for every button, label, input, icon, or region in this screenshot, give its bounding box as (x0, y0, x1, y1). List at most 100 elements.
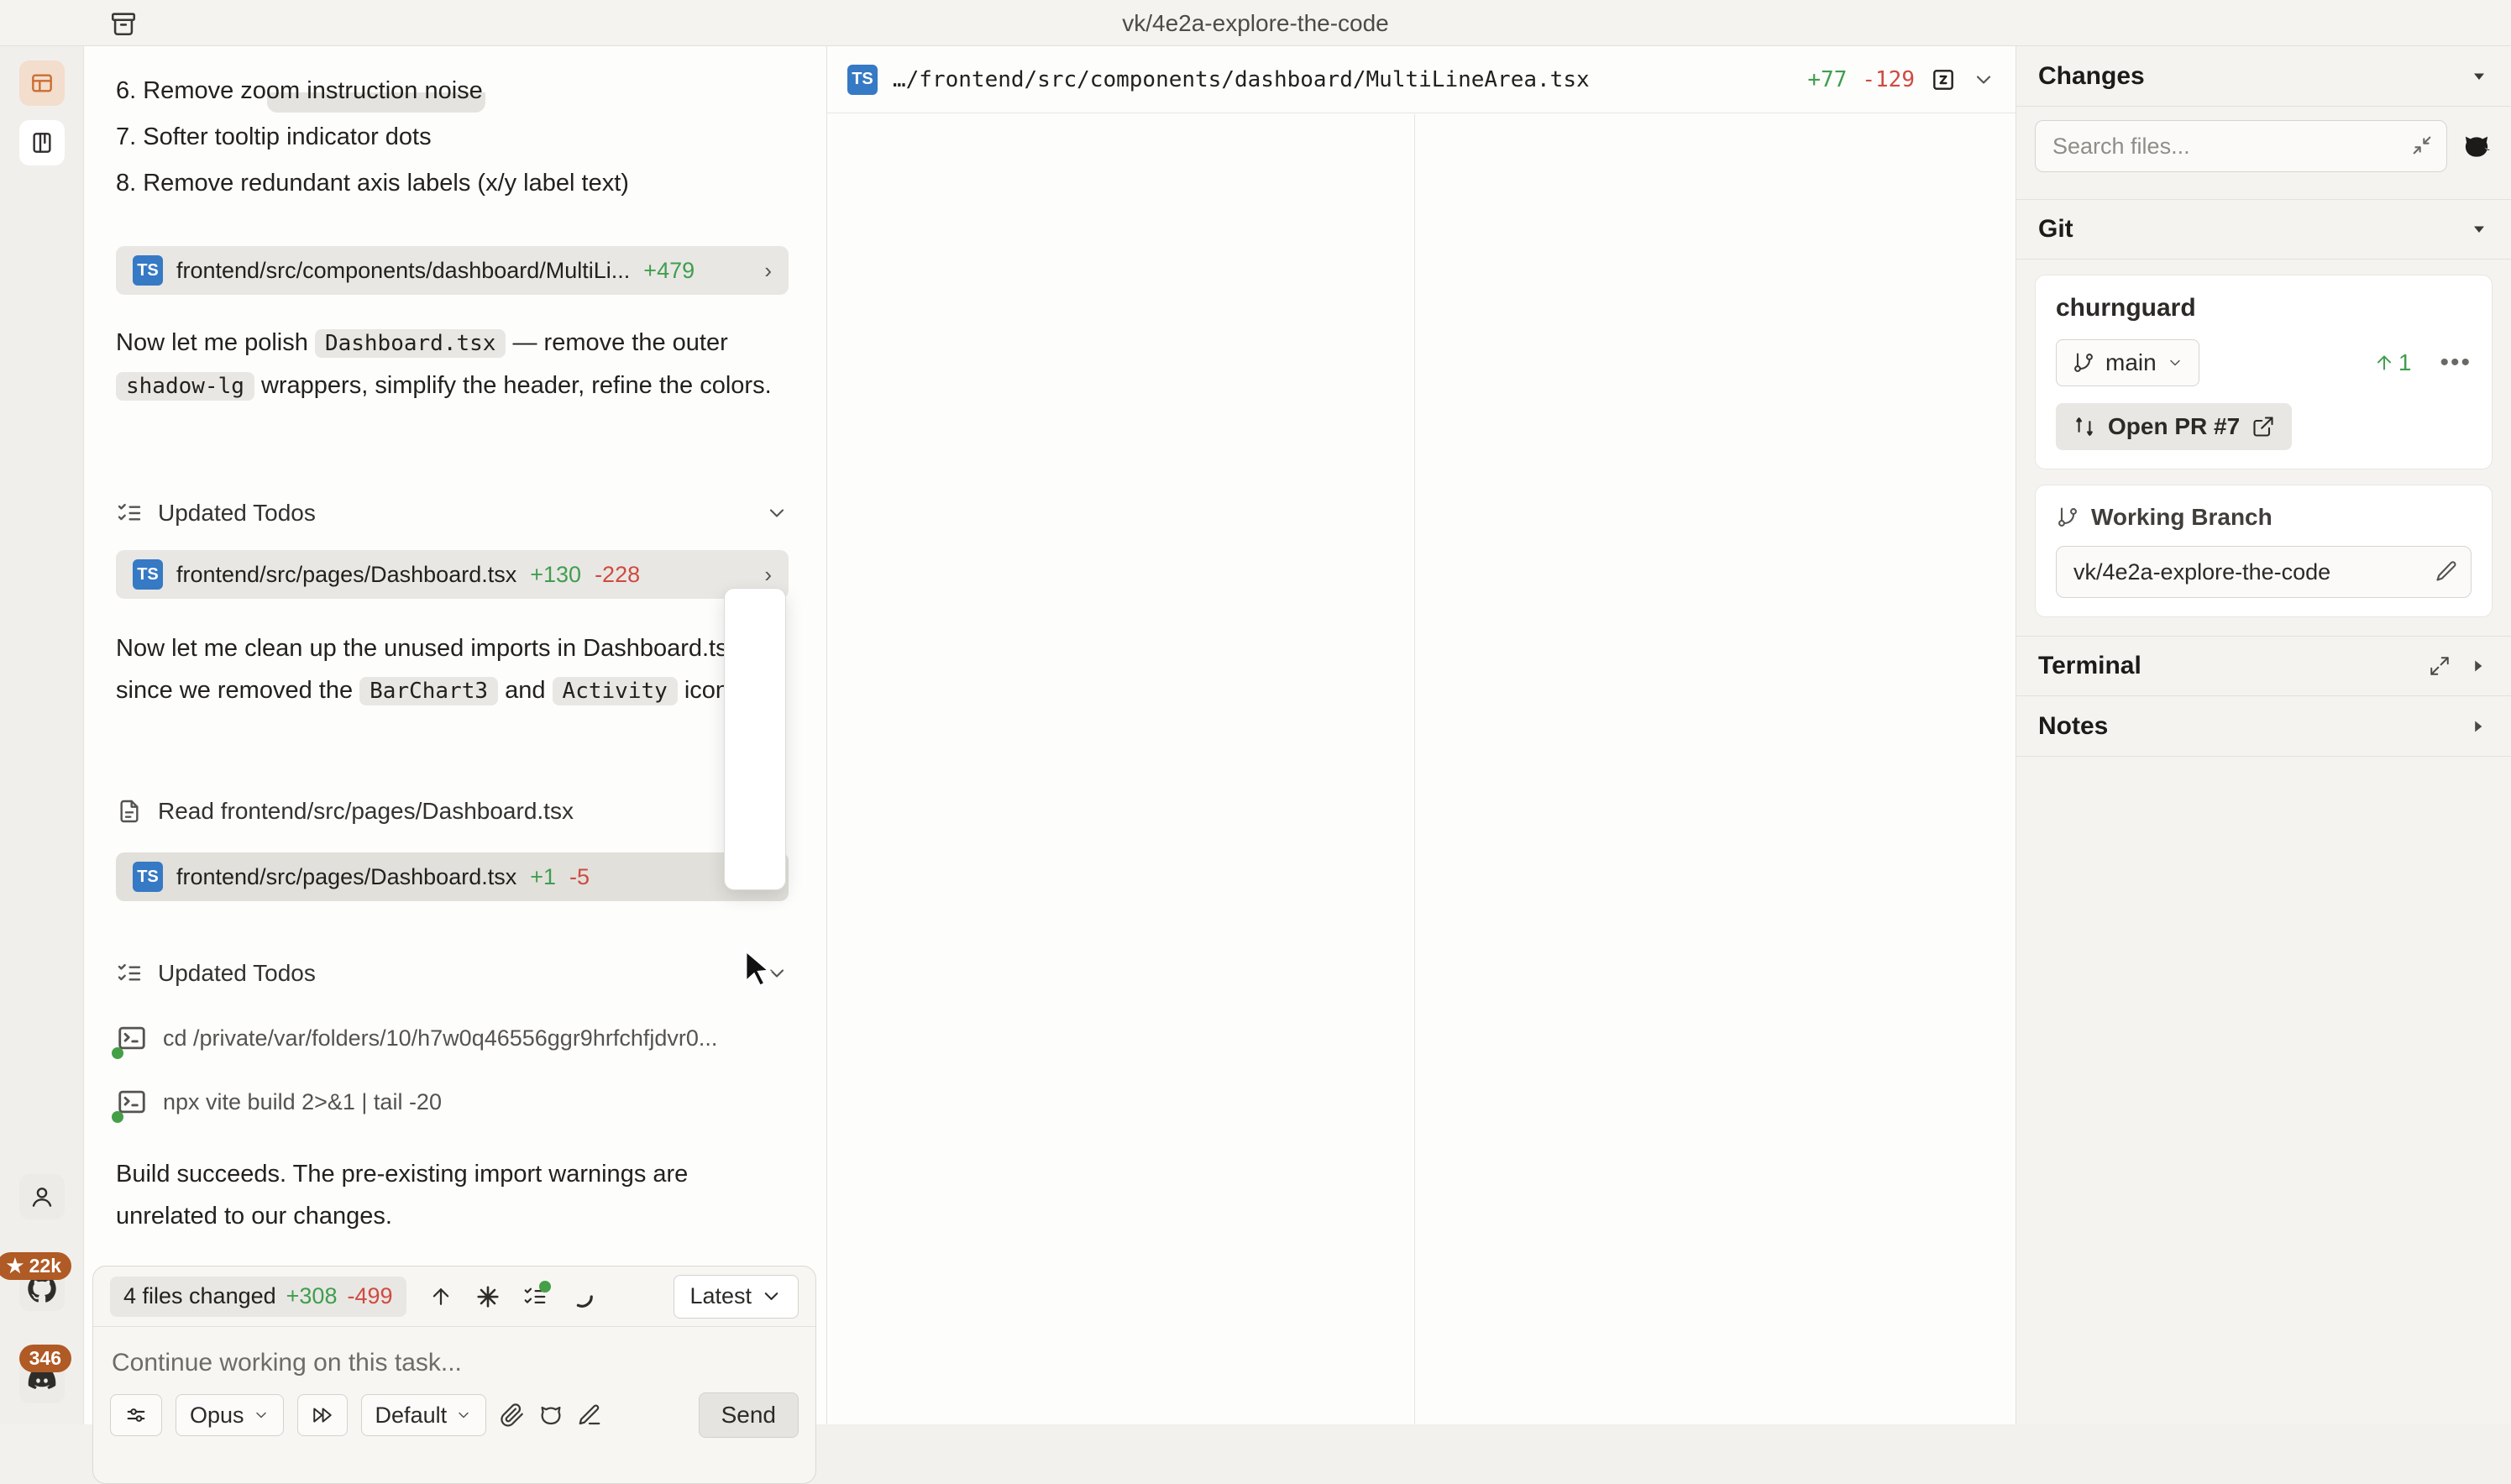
changes-section-header[interactable]: Changes (2016, 46, 2511, 107)
collapse-tree-icon[interactable] (2410, 134, 2434, 157)
working-branch-label: Working Branch (2091, 504, 2272, 531)
more-menu-icon[interactable]: ••• (2440, 349, 2472, 377)
chevron-down-icon (760, 1285, 783, 1308)
added-count: +308 (286, 1283, 338, 1309)
updated-todos-label: Updated Todos (158, 960, 316, 987)
todo-list-item: 6. Remove zoom instruction noise (116, 74, 789, 107)
branch-name: main (2105, 349, 2157, 376)
assistant-message: Now let me clean up the unused imports i… (116, 627, 789, 712)
chevron-down-icon[interactable] (765, 501, 789, 525)
assistant-message: Build succeeds. The pre-existing import … (116, 1153, 789, 1237)
terminal-command: npx vite build 2>&1 | tail -20 (163, 1089, 442, 1115)
search-input[interactable] (2035, 120, 2447, 172)
changes-file-tree (2016, 181, 2511, 199)
read-file-label: Read frontend/src/pages/Dashboard.tsx (158, 798, 574, 825)
files-changed-chip[interactable]: 4 files changed +308 -499 (110, 1277, 406, 1317)
terminal-box-icon (116, 1022, 148, 1054)
working-branch-card: Working Branch (2035, 485, 2493, 617)
diff-panel: TS …/frontend/src/components/dashboard/M… (827, 46, 2016, 1424)
removed-count: -499 (347, 1283, 392, 1309)
file-diff-chip[interactable]: TS frontend/src/pages/Dashboard.tsx +130… (116, 550, 789, 599)
person-icon (29, 1183, 55, 1210)
window-title: vk/4e2a-explore-the-code (0, 0, 2511, 46)
diff-view-icon[interactable] (1930, 66, 1957, 93)
working-branch-input[interactable] (2056, 546, 2472, 598)
rail-account-button[interactable] (19, 1174, 65, 1219)
diff-new-column (1415, 114, 2015, 1424)
latest-dropdown[interactable]: Latest (674, 1275, 799, 1319)
commits-ahead: 1 (2373, 349, 2412, 376)
terminal-command-row[interactable]: cd /private/var/folders/10/h7w0q46556ggr… (116, 1022, 789, 1054)
chat-panel: 6. Remove zoom instruction noise 7. Soft… (84, 46, 827, 1424)
terminal-command-row[interactable]: npx vite build 2>&1 | tail -20 (116, 1086, 789, 1118)
app-rail: ★ 22k 346 (0, 46, 84, 1424)
read-file-row[interactable]: Read frontend/src/pages/Dashboard.tsx (116, 798, 789, 825)
mode-dropdown[interactable]: Default (361, 1394, 487, 1436)
chevron-down-icon (455, 1407, 472, 1424)
branch-dropdown[interactable]: main (2056, 339, 2199, 386)
pull-request-icon (2073, 415, 2096, 438)
removed-count: -5 (569, 864, 590, 890)
notes-section-header[interactable]: Notes (2016, 696, 2511, 757)
file-diff-chip[interactable]: TS frontend/src/components/dashboard/Mul… (116, 246, 789, 295)
fast-forward-button[interactable] (297, 1394, 348, 1436)
rail-workspace-button[interactable] (19, 60, 65, 106)
composer-status-row: 4 files changed +308 -499 Latest (93, 1266, 815, 1327)
edit-pencil-icon[interactable] (2435, 559, 2458, 583)
rail-discord-button[interactable]: 346 (19, 1358, 65, 1403)
diff-old-column (827, 114, 1415, 1424)
removed-count: -228 (595, 562, 640, 588)
ts-file-icon: TS (133, 255, 163, 286)
ts-file-icon: TS (133, 862, 163, 892)
terminal-section-header[interactable]: Terminal (2016, 636, 2511, 696)
repo-card: churnguard main 1 ••• Open PR #7 (2035, 275, 2493, 469)
git-title: Git (2038, 215, 2073, 244)
triangle-down-icon[interactable] (2469, 219, 2489, 239)
model-dropdown[interactable]: Opus (176, 1394, 284, 1436)
cat-filter-icon[interactable] (2461, 130, 2493, 162)
updated-todos-row[interactable]: Updated Todos (116, 960, 789, 987)
file-path: frontend/src/components/dashboard/MultiL… (176, 258, 630, 284)
file-chip-hover-toolbar (724, 588, 786, 890)
settings-sliders-button[interactable] (110, 1394, 162, 1436)
notes-title: Notes (2038, 712, 2108, 741)
file-diff-chip[interactable]: TS frontend/src/pages/Dashboard.tsx +1 -… (116, 852, 789, 901)
diff-added-count: +77 (1807, 67, 1847, 92)
latest-label: Latest (689, 1283, 752, 1309)
chevron-down-icon (2167, 354, 2183, 371)
send-button[interactable]: Send (699, 1392, 799, 1438)
updated-todos-row[interactable]: Updated Todos (116, 500, 789, 527)
spark-icon[interactable] (475, 1284, 501, 1309)
sliders-icon (124, 1403, 148, 1427)
inline-code: Activity (553, 677, 678, 705)
chevron-down-icon[interactable] (1972, 68, 1995, 92)
arrow-up-icon[interactable] (428, 1284, 453, 1309)
rail-kanban-button[interactable] (19, 120, 65, 165)
expand-icon[interactable] (2429, 655, 2451, 677)
composer-controls: Opus Default Send (93, 1392, 815, 1438)
discord-badge: 346 (19, 1345, 71, 1372)
added-count: +1 (530, 864, 556, 890)
git-branch-icon (2056, 506, 2079, 529)
file-path: frontend/src/pages/Dashboard.tsx (176, 562, 516, 588)
message-composer: 4 files changed +308 -499 Latest Opus De… (92, 1266, 816, 1484)
rail-github-button[interactable]: ★ 22k (19, 1266, 65, 1311)
github-stars-badge: ★ 22k (0, 1252, 71, 1280)
terminal-title: Terminal (2038, 652, 2141, 680)
success-dot (112, 1111, 123, 1123)
triangle-down-icon[interactable] (2469, 66, 2489, 87)
todo-list-item: 7. Softer tooltip indicator dots (116, 120, 789, 154)
ts-file-icon: TS (847, 65, 878, 95)
git-section-header[interactable]: Git (2016, 199, 2511, 260)
checklist-icon (116, 500, 143, 527)
chat-input[interactable] (93, 1327, 815, 1392)
git-branch-icon (2072, 351, 2095, 375)
triangle-right-icon[interactable] (2467, 716, 2489, 737)
assistant-message: Now let me polish Dashboard.tsx — remove… (116, 322, 789, 407)
chevron-right-icon: › (764, 562, 772, 588)
open-pr-button[interactable]: Open PR #7 (2056, 403, 2292, 450)
success-dot (112, 1047, 123, 1059)
inline-code: Dashboard.tsx (315, 329, 506, 358)
triangle-right-icon[interactable] (2467, 655, 2489, 677)
layout-icon (29, 70, 55, 97)
